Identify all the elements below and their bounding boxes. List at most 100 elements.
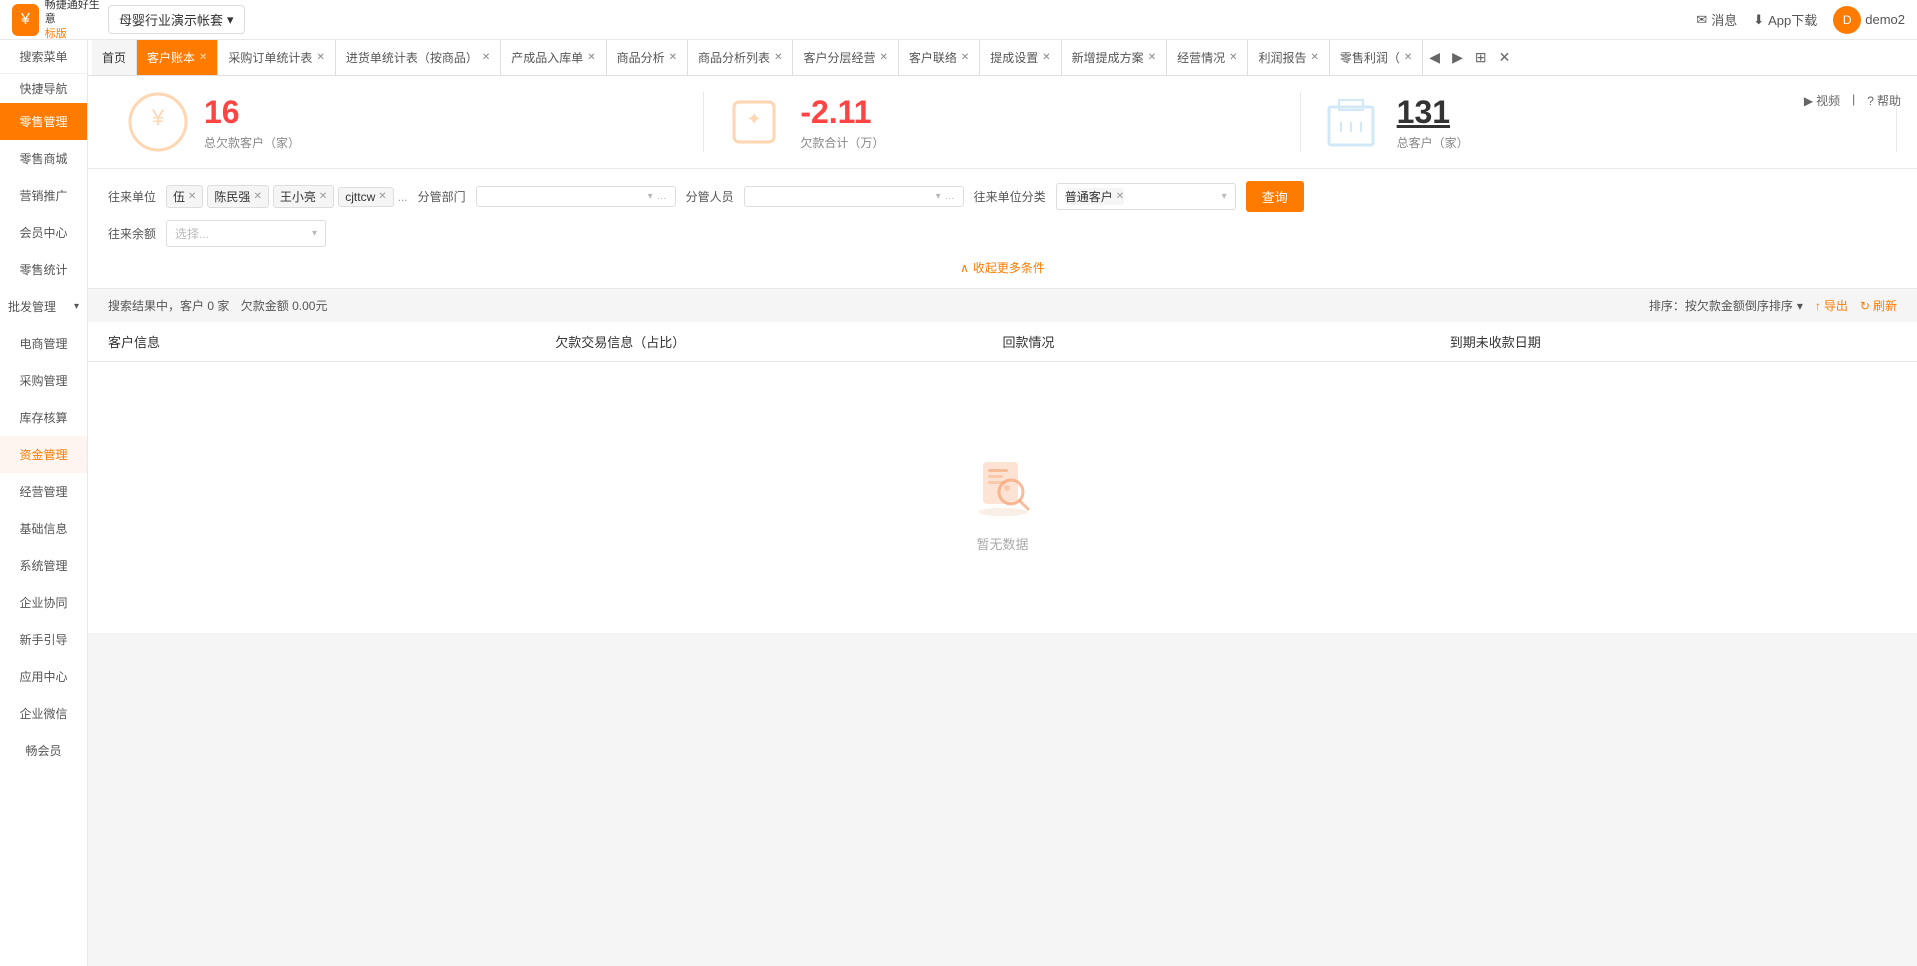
filter-tag-wang[interactable]: 王小亮 ✕	[273, 185, 334, 208]
person-filter-select[interactable]: ▾ …	[744, 186, 964, 207]
filter-tag-wu[interactable]: 伍 ✕	[166, 185, 203, 208]
unit-class-tag[interactable]: 普通客户 ✕	[1065, 188, 1124, 205]
tab-close-profit-report[interactable]: ✕	[1311, 52, 1319, 63]
sidebar-item-ecommerce[interactable]: 电商管理	[0, 325, 87, 362]
tab-nav-more[interactable]: ⊞	[1469, 40, 1493, 76]
remove-tag-cjttcw[interactable]: ✕	[378, 191, 386, 202]
building-icon	[1321, 92, 1381, 152]
tab-close-customer-account[interactable]: ✕	[199, 52, 207, 63]
tab-close-operations-status[interactable]: ✕	[1229, 52, 1237, 63]
tab-close-purchase-order[interactable]: ✕	[316, 52, 324, 63]
table-container: 客户信息 欠款交易信息（占比） 回款情况 到期未收款日期	[88, 322, 1917, 633]
export-btn[interactable]: ↑ 导出	[1815, 297, 1848, 314]
tab-promotion-settings[interactable]: 提成设置 ✕	[980, 40, 1061, 76]
filter-tags-more[interactable]: ...	[398, 190, 408, 204]
header-payment-status: 回款情况	[1003, 332, 1450, 351]
chevron-down-icon: ▾	[1222, 191, 1227, 202]
svg-text:✦: ✦	[747, 109, 762, 129]
results-summary: 搜索结果中，客户 0 家 欠款金额 0.00元	[108, 297, 327, 314]
sidebar-item-member[interactable]: 会员中心	[0, 214, 87, 251]
filter-tag-chen[interactable]: 陈民强 ✕	[207, 185, 268, 208]
query-button[interactable]: 查询	[1246, 181, 1304, 212]
tab-customer-account[interactable]: 客户账本 ✕	[137, 40, 218, 76]
content-area: 首页 客户账本 ✕ 采购订单统计表 ✕ 进货单统计表（按商品） ✕ 产成品入库单…	[88, 40, 1917, 966]
unit-filter-label: 往来单位	[108, 188, 156, 205]
collapse-btn[interactable]: ∧ 收起更多条件	[960, 259, 1045, 276]
sidebar-item-vip[interactable]: 畅会员	[0, 732, 87, 769]
tab-close-customer-contact[interactable]: ✕	[961, 52, 969, 63]
tab-operations-status[interactable]: 经营情况 ✕	[1167, 40, 1248, 76]
tab-close-promotion-settings[interactable]: ✕	[1042, 52, 1050, 63]
tab-close-production-inbound[interactable]: ✕	[587, 52, 595, 63]
sidebar-item-wholesale[interactable]: 批发管理 ▾	[0, 288, 87, 325]
tab-close-retail-profit[interactable]: ✕	[1404, 52, 1412, 63]
sidebar-item-enterprise-wechat[interactable]: 企业微信	[0, 695, 87, 732]
tab-nav-close-all[interactable]: ✕	[1493, 40, 1517, 76]
sidebar-item-retail-mall[interactable]: 零售商城	[0, 140, 87, 177]
unit-class-filter[interactable]: 普通客户 ✕ ▾	[1056, 183, 1236, 210]
top-right-actions: ✉ 消息 ⬇ App下载 D demo2	[1696, 6, 1905, 34]
tab-goods-stats[interactable]: 进货单统计表（按商品） ✕	[336, 40, 501, 76]
tab-retail-profit[interactable]: 零售利润（ ✕	[1330, 40, 1423, 76]
total-debt-label: 欠款合计（万）	[800, 134, 884, 151]
user-menu[interactable]: D demo2	[1833, 6, 1905, 34]
tab-close-customer-segment[interactable]: ✕	[879, 52, 887, 63]
chevron-up-icon: ∧	[960, 261, 969, 275]
message-btn[interactable]: ✉ 消息	[1696, 10, 1737, 29]
sidebar-item-marketing[interactable]: 营销推广	[0, 177, 87, 214]
tab-close-goods-analysis-list[interactable]: ✕	[774, 52, 782, 63]
summary-bar: ¥ 16 总欠款客户（家） ✦ -2.11 欠款合计（万）	[88, 76, 1917, 169]
sidebar-item-sys-mgmt[interactable]: 系统管理	[0, 547, 87, 584]
dept-filter-select[interactable]: ▾ …	[476, 186, 676, 207]
sort-select[interactable]: 排序：按欠款金额倒序排序 ▾	[1649, 297, 1803, 314]
tab-customer-contact[interactable]: 客户联络 ✕	[899, 40, 980, 76]
remove-tag-chen[interactable]: ✕	[253, 191, 261, 202]
sidebar-item-operations[interactable]: 经营管理	[0, 473, 87, 510]
sidebar-search[interactable]: 搜索菜单	[0, 40, 87, 74]
sidebar-item-retail-mgmt[interactable]: 零售管理	[0, 103, 87, 140]
tab-close-goods-stats[interactable]: ✕	[482, 52, 490, 63]
sidebar-quick-nav[interactable]: 快捷导航	[0, 74, 87, 103]
tab-nav-next[interactable]: ▶	[1446, 40, 1469, 76]
amount-filter-select[interactable]: 选择... ▾	[166, 220, 326, 247]
chevron-down-icon: ▾	[227, 12, 234, 28]
sidebar-item-enterprise-coop[interactable]: 企业协同	[0, 584, 87, 621]
dept-filter-label: 分管部门	[418, 188, 466, 205]
summary-card-customers: ¥ 16 总欠款客户（家）	[108, 92, 704, 152]
tab-purchase-order[interactable]: 采购订单统计表 ✕	[218, 40, 335, 76]
export-icon: ↑	[1815, 299, 1821, 313]
filter-section: 往来单位 伍 ✕ 陈民强 ✕ 王小亮 ✕	[88, 169, 1917, 289]
help-btn[interactable]: ? 帮助	[1867, 92, 1901, 109]
tab-home[interactable]: 首页	[92, 40, 137, 76]
refresh-btn[interactable]: ↻ 刷新	[1860, 297, 1897, 314]
logo-area: ¥ 畅捷通好生意 标版	[12, 0, 100, 41]
chevron-down-icon: ▾	[936, 191, 941, 202]
tab-close-new-promotion[interactable]: ✕	[1148, 52, 1156, 63]
total-customers-value: 131	[1397, 93, 1469, 131]
sidebar-item-basic-info[interactable]: 基础信息	[0, 510, 87, 547]
tab-goods-analysis-list[interactable]: 商品分析列表 ✕	[688, 40, 793, 76]
tab-new-promotion[interactable]: 新增提成方案 ✕	[1062, 40, 1167, 76]
video-btn[interactable]: ▶ 视频	[1804, 92, 1840, 109]
sidebar-item-capital[interactable]: 资金管理	[0, 436, 87, 473]
tab-production-inbound[interactable]: 产成品入库单 ✕	[501, 40, 606, 76]
sidebar-item-app-center[interactable]: 应用中心	[0, 658, 87, 695]
tab-close-goods-analysis[interactable]: ✕	[669, 52, 677, 63]
tab-customer-segment[interactable]: 客户分层经营 ✕	[793, 40, 898, 76]
empty-text: 暂无数据	[976, 534, 1028, 553]
remove-tag-wu[interactable]: ✕	[188, 191, 196, 202]
remove-unit-class-tag[interactable]: ✕	[1116, 191, 1124, 202]
empty-state-icon	[963, 442, 1043, 522]
sidebar-item-new-guide[interactable]: 新手引导	[0, 621, 87, 658]
account-selector[interactable]: 母婴行业演示帐套 ▾	[108, 5, 245, 34]
sidebar-item-inventory[interactable]: 库存核算	[0, 399, 87, 436]
empty-state: 暂无数据	[88, 362, 1917, 633]
tab-nav-prev[interactable]: ◀	[1423, 40, 1446, 76]
remove-tag-wang[interactable]: ✕	[319, 191, 327, 202]
sidebar-item-retail-stats[interactable]: 零售统计	[0, 251, 87, 288]
app-download-btn[interactable]: ⬇ App下载	[1753, 10, 1817, 29]
tab-profit-report[interactable]: 利润报告 ✕	[1248, 40, 1329, 76]
tab-goods-analysis[interactable]: 商品分析 ✕	[607, 40, 688, 76]
filter-tag-cjttcw[interactable]: cjttcw ✕	[338, 187, 393, 207]
sidebar-item-purchase[interactable]: 采购管理	[0, 362, 87, 399]
